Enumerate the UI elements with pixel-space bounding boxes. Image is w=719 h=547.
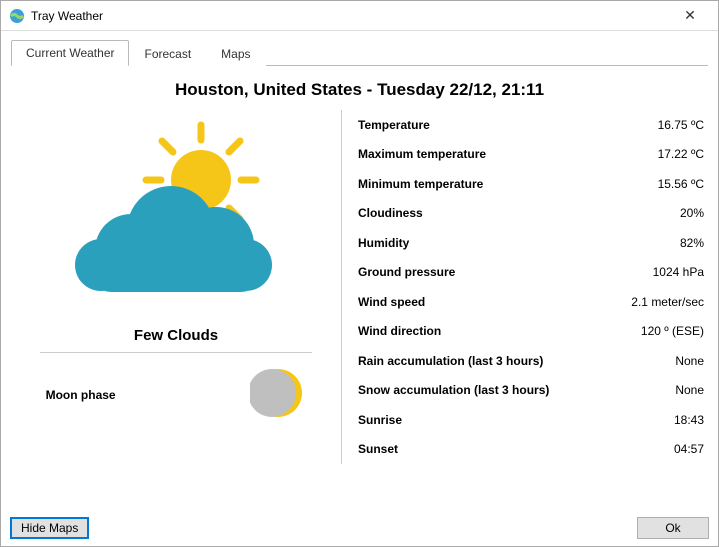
detail-row: Humidity 82% (358, 228, 704, 258)
footer: Hide Maps Ok (10, 517, 709, 539)
detail-key: Sunrise (358, 413, 402, 427)
detail-key: Wind speed (358, 295, 425, 309)
detail-key: Humidity (358, 236, 409, 250)
detail-key: Temperature (358, 118, 430, 132)
location-datetime-header: Houston, United States - Tuesday 22/12, … (11, 72, 708, 110)
tabs: Current Weather Forecast Maps (11, 39, 708, 66)
detail-row: Sunrise 18:43 (358, 405, 704, 435)
close-button[interactable]: ✕ (670, 1, 710, 31)
detail-key: Maximum temperature (358, 147, 486, 161)
ok-button[interactable]: Ok (637, 517, 709, 539)
moon-phase-label: Moon phase (46, 388, 116, 402)
detail-row: Wind direction 120 º (ESE) (358, 317, 704, 347)
detail-row: Temperature 16.75 ºC (358, 110, 704, 140)
detail-row: Sunset 04:57 (358, 435, 704, 465)
weather-condition-label: Few Clouds (134, 327, 218, 344)
detail-value: 17.22 ºC (658, 147, 704, 161)
weather-condition-icon (51, 120, 301, 313)
app-icon (9, 8, 25, 24)
detail-key: Rain accumulation (last 3 hours) (358, 354, 543, 368)
detail-value: 18:43 (674, 413, 704, 427)
detail-row: Minimum temperature 15.56 ºC (358, 169, 704, 199)
detail-key: Cloudiness (358, 206, 423, 220)
titlebar: Tray Weather ✕ (1, 1, 718, 31)
detail-row: Rain accumulation (last 3 hours) None (358, 346, 704, 376)
detail-value: 82% (680, 236, 704, 250)
weather-details-panel: Temperature 16.75 ºC Maximum temperature 17… (341, 110, 708, 464)
detail-value: 04:57 (674, 442, 704, 456)
close-icon: ✕ (684, 7, 696, 24)
detail-key: Ground pressure (358, 265, 455, 279)
detail-value: 120 º (ESE) (641, 324, 704, 338)
detail-value: 15.56 ºC (658, 177, 704, 191)
detail-key: Wind direction (358, 324, 441, 338)
weather-summary-panel: Few Clouds Moon phase (11, 110, 341, 464)
tab-maps[interactable]: Maps (206, 41, 265, 66)
detail-value: None (675, 383, 704, 397)
moon-phase-row: Moon phase (40, 361, 313, 428)
detail-key: Snow accumulation (last 3 hours) (358, 383, 549, 397)
detail-key: Sunset (358, 442, 398, 456)
detail-value: None (675, 354, 704, 368)
tab-forecast[interactable]: Forecast (129, 41, 206, 66)
detail-value: 20% (680, 206, 704, 220)
detail-row: Maximum temperature 17.22 ºC (358, 140, 704, 170)
window-title: Tray Weather (31, 9, 670, 23)
detail-row: Ground pressure 1024 hPa (358, 258, 704, 288)
detail-value: 16.75 ºC (658, 118, 704, 132)
detail-value: 1024 hPa (653, 265, 704, 279)
detail-row: Cloudiness 20% (358, 199, 704, 229)
detail-row: Snow accumulation (last 3 hours) None (358, 376, 704, 406)
hide-maps-button[interactable]: Hide Maps (10, 517, 89, 539)
divider (40, 352, 313, 353)
tab-current-weather[interactable]: Current Weather (11, 40, 129, 66)
moon-phase-icon (250, 365, 306, 424)
detail-value: 2.1 meter/sec (631, 295, 704, 309)
detail-key: Minimum temperature (358, 177, 483, 191)
detail-row: Wind speed 2.1 meter/sec (358, 287, 704, 317)
